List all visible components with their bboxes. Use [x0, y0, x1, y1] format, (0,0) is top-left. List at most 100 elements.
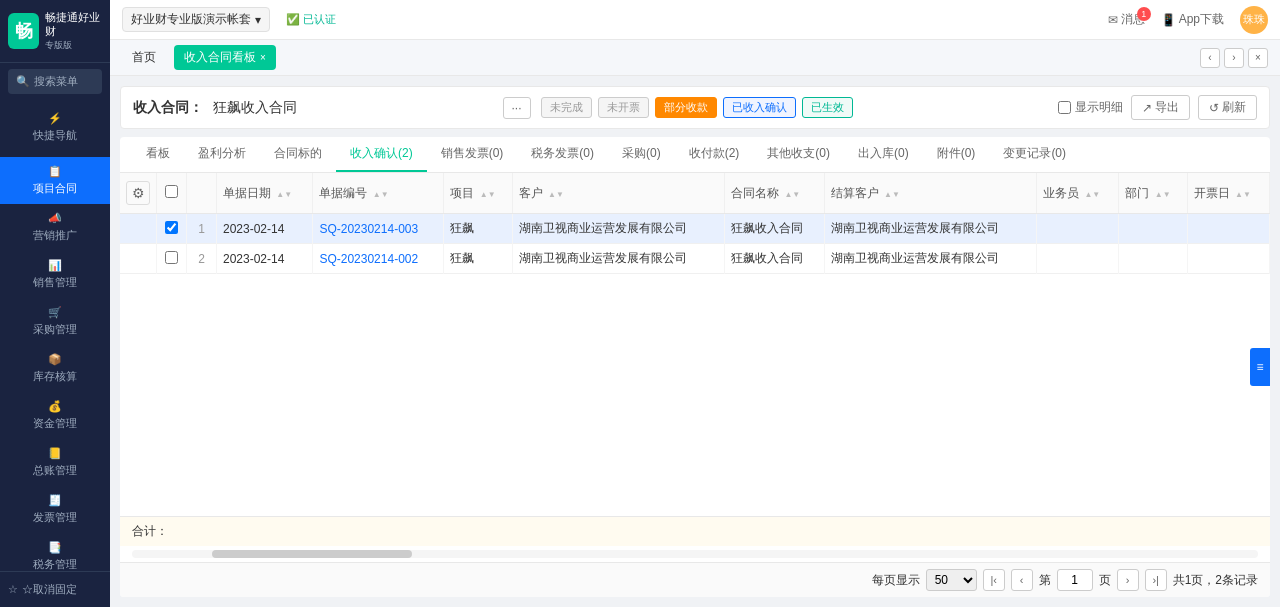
- marketing-icon: 📣: [48, 212, 62, 225]
- refresh-icon: ↺: [1209, 101, 1219, 115]
- tab-payment[interactable]: 收付款(2): [675, 137, 754, 172]
- nav-next-button[interactable]: ›: [1224, 48, 1244, 68]
- contract-board-tab[interactable]: 收入合同看板 ×: [174, 45, 276, 70]
- cell-contract: 狂飙收入合同: [725, 244, 825, 274]
- tab-sales-invoice[interactable]: 销售发票(0): [427, 137, 518, 172]
- cell-result-customer: 湖南卫视商业运营发展有限公司: [824, 244, 1036, 274]
- sidebar-item-sales[interactable]: 📊 销售管理: [0, 251, 110, 298]
- nav-close-button[interactable]: ×: [1248, 48, 1268, 68]
- row-checkbox-1[interactable]: [165, 221, 178, 234]
- sort-dept-icon[interactable]: ▲▼: [1155, 191, 1171, 199]
- main-area: 好业财专业版演示帐套 ▾ ✅ 已认证 ✉ 消息 1 📱 App下载 珠珠: [110, 0, 1280, 607]
- app-download-action[interactable]: 📱 App下载: [1161, 11, 1224, 28]
- th-customer: 客户 ▲▼: [512, 173, 724, 214]
- show-detail-label[interactable]: 显示明细: [1058, 99, 1123, 116]
- cell-doc-no: SQ-20230214-003: [313, 214, 444, 244]
- logo-icon: 畅: [8, 13, 39, 49]
- sort-project-icon[interactable]: ▲▼: [480, 191, 496, 199]
- sort-date-icon[interactable]: ▲▼: [276, 191, 292, 199]
- company-name: 好业财专业版演示帐套: [131, 11, 251, 28]
- cell-customer: 湖南卫视商业运营发展有限公司: [512, 214, 724, 244]
- right-float-button[interactable]: ≡: [1250, 348, 1270, 386]
- th-contract: 合同名称 ▲▼: [725, 173, 825, 214]
- tab-kanban[interactable]: 看板: [132, 137, 184, 172]
- sidebar-item-project[interactable]: 📋 项目合同: [0, 157, 110, 204]
- th-project: 项目 ▲▼: [444, 173, 512, 214]
- scroll-thumb[interactable]: [212, 550, 412, 558]
- table-wrapper[interactable]: ⚙ 单据日期 ▲▼: [120, 173, 1270, 516]
- sidebar-item-funds[interactable]: 💰 资金管理: [0, 392, 110, 439]
- search-menu-button[interactable]: 🔍 搜索菜单: [8, 69, 102, 94]
- sidebar-item-tax[interactable]: 📑 税务管理: [0, 533, 110, 571]
- tab-attachment[interactable]: 附件(0): [923, 137, 990, 172]
- company-selector[interactable]: 好业财专业版演示帐套 ▾: [122, 7, 270, 32]
- status-confirmed: 已收入确认: [723, 97, 796, 118]
- sidebar-item-marketing[interactable]: 📣 营销推广: [0, 204, 110, 251]
- user-avatar[interactable]: 珠珠: [1240, 6, 1268, 34]
- table-row[interactable]: 1 2023-02-14 SQ-20230214-003 狂飙 湖南卫视商业运营…: [120, 214, 1270, 244]
- th-salesman: 业务员 ▲▼: [1037, 173, 1119, 214]
- sidebar: 畅 畅捷通好业财 专版版 🔍 搜索菜单 ⚡ 快捷导航 📋 项目合同 📣 营销推广…: [0, 0, 110, 607]
- prev-page-button[interactable]: ‹: [1011, 569, 1033, 591]
- tab-tax-invoice[interactable]: 税务发票(0): [517, 137, 608, 172]
- company-dropdown-icon: ▾: [255, 13, 261, 27]
- tab-profit[interactable]: 盈利分析: [184, 137, 260, 172]
- status-badges: 未完成 未开票 部分收款 已收入确认 已生效: [541, 97, 853, 118]
- sidebar-item-invoice[interactable]: 🧾 发票管理: [0, 486, 110, 533]
- table-section: 看板 盈利分析 合同标的 收入确认(2) 销售发票(0) 税务发票(0) 采购(…: [120, 137, 1270, 597]
- per-page-select[interactable]: 50 100 200: [926, 569, 977, 591]
- page-input[interactable]: [1057, 569, 1093, 591]
- sort-open-date-icon[interactable]: ▲▼: [1235, 191, 1251, 199]
- show-detail-checkbox[interactable]: [1058, 101, 1071, 114]
- funds-icon: 💰: [48, 400, 62, 413]
- cell-project: 狂飙: [444, 214, 512, 244]
- tab-other-income[interactable]: 其他收支(0): [753, 137, 844, 172]
- sort-salesman-icon[interactable]: ▲▼: [1084, 191, 1100, 199]
- purchase-icon: 🛒: [48, 306, 62, 319]
- tab-purchase[interactable]: 采购(0): [608, 137, 675, 172]
- home-tab[interactable]: 首页: [122, 45, 166, 70]
- table-row[interactable]: 2 2023-02-14 SQ-20230214-002 狂飙 湖南卫视商业运营…: [120, 244, 1270, 274]
- close-tab-icon[interactable]: ×: [260, 52, 266, 63]
- unpin-button[interactable]: ☆ ☆取消固定: [8, 578, 102, 601]
- row-checkbox-2[interactable]: [165, 251, 178, 264]
- message-action[interactable]: ✉ 消息 1: [1108, 11, 1145, 28]
- logo-sub: 专版版: [45, 39, 102, 52]
- select-all-checkbox[interactable]: [165, 185, 178, 198]
- th-result-customer-label: 结算客户: [831, 186, 879, 200]
- doc-no-link[interactable]: SQ-20230214-003: [319, 222, 418, 236]
- topbar-right: ✉ 消息 1 📱 App下载 珠珠: [1108, 6, 1268, 34]
- first-page-button[interactable]: |‹: [983, 569, 1005, 591]
- horizontal-scrollbar[interactable]: [132, 550, 1258, 558]
- nav-prev-button[interactable]: ‹: [1200, 48, 1220, 68]
- sidebar-item-purchase[interactable]: 🛒 采购管理: [0, 298, 110, 345]
- tab-change-log[interactable]: 变更记录(0): [989, 137, 1080, 172]
- sidebar-item-label: 营销推广: [33, 228, 77, 243]
- export-button[interactable]: ↗ 导出: [1131, 95, 1190, 120]
- cell-open-date: [1187, 244, 1269, 274]
- doc-no-link[interactable]: SQ-20230214-002: [319, 252, 418, 266]
- search-icon: 🔍: [16, 75, 30, 88]
- contract-title-name: 狂飙收入合同: [213, 99, 297, 117]
- cell-settings: [120, 244, 157, 274]
- refresh-button[interactable]: ↺ 刷新: [1198, 95, 1257, 120]
- quick-nav-label: 快捷导航: [33, 128, 77, 143]
- sort-contract-icon[interactable]: ▲▼: [784, 191, 800, 199]
- sort-docno-icon[interactable]: ▲▼: [373, 191, 389, 199]
- cell-contract: 狂飙收入合同: [725, 214, 825, 244]
- tab-confirm[interactable]: 收入确认(2): [336, 137, 427, 172]
- sidebar-item-general[interactable]: 📒 总账管理: [0, 439, 110, 486]
- sidebar-item-inventory[interactable]: 📦 库存核算: [0, 345, 110, 392]
- sidebar-item-quick-nav[interactable]: ⚡ 快捷导航: [8, 104, 102, 151]
- sort-result-customer-icon[interactable]: ▲▼: [884, 191, 900, 199]
- last-page-button[interactable]: ›|: [1145, 569, 1167, 591]
- tab-standard[interactable]: 合同标的: [260, 137, 336, 172]
- more-options-button[interactable]: ···: [503, 97, 531, 119]
- cell-row-num: 2: [187, 244, 217, 274]
- settings-gear-icon[interactable]: ⚙: [126, 181, 150, 205]
- sidebar-item-label: 税务管理: [33, 557, 77, 571]
- tab-warehouse[interactable]: 出入库(0): [844, 137, 923, 172]
- sort-customer-icon[interactable]: ▲▼: [548, 191, 564, 199]
- th-open-date: 开票日 ▲▼: [1187, 173, 1269, 214]
- next-page-button[interactable]: ›: [1117, 569, 1139, 591]
